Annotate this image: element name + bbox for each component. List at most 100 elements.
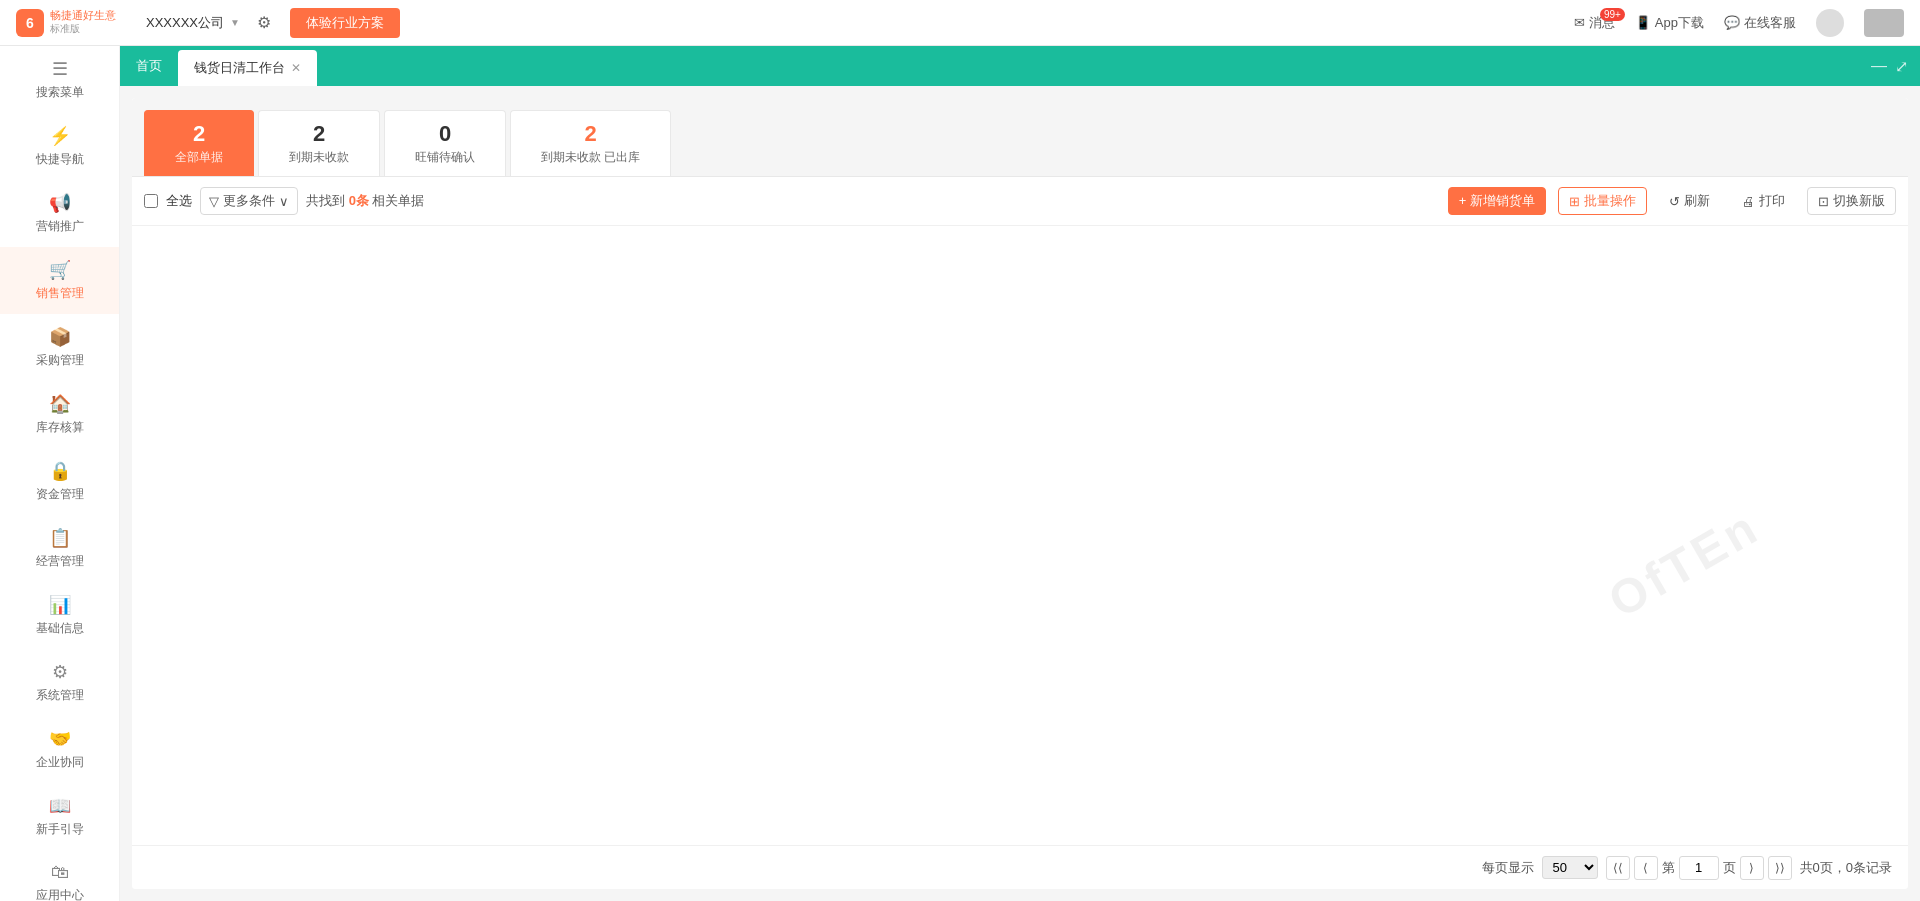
- message-badge: 99+: [1600, 8, 1625, 21]
- summary-tab-count-3: 2: [541, 121, 640, 147]
- sidebar-item-4[interactable]: 📦 采购管理: [0, 314, 119, 381]
- summary-tab-3[interactable]: 2 到期未收款 已出库: [510, 110, 671, 176]
- app-download-label: App下载: [1655, 14, 1704, 32]
- page-first-button[interactable]: ⟨⟨: [1606, 856, 1630, 880]
- main-content: 2 全部单据 2 到期未收款 0 旺铺待确认 2 到期未收款 已出库 全选 ▽ …: [120, 86, 1920, 901]
- page-total: 共0页，0条记录: [1800, 859, 1892, 877]
- app-download-button[interactable]: 📱 App下载: [1635, 14, 1704, 32]
- company-name: XXXXXX公司: [146, 14, 224, 32]
- summary-tab-count-2: 0: [415, 121, 475, 147]
- toolbar-left: 全选 ▽ 更多条件 ∨ 共找到 0条 相关单据: [144, 187, 424, 215]
- per-page-label: 每页显示: [1482, 859, 1534, 877]
- batch-operation-button[interactable]: ⊞ 批量操作: [1558, 187, 1647, 215]
- select-all-label: 全选: [166, 192, 192, 210]
- page-last-button[interactable]: ⟩⟩: [1768, 856, 1792, 880]
- avatar[interactable]: [1816, 9, 1844, 37]
- select-all-checkbox[interactable]: [144, 194, 158, 208]
- summary-tab-1[interactable]: 2 到期未收款: [258, 110, 380, 176]
- logo-area: 6 畅捷通好生意 标准版: [16, 9, 136, 37]
- summary-tab-2[interactable]: 0 旺铺待确认: [384, 110, 506, 176]
- tab-expand-icon[interactable]: ⤢: [1895, 57, 1908, 76]
- company-dropdown-icon: ▼: [230, 17, 240, 28]
- sidebar-item-6[interactable]: 🔒 资金管理: [0, 448, 119, 515]
- sidebar-item-1[interactable]: ⚡ 快捷导航: [0, 113, 119, 180]
- settings-icon[interactable]: ⚙: [250, 9, 278, 37]
- sidebar-label-6: 资金管理: [36, 486, 84, 503]
- sidebar-label-2: 营销推广: [36, 218, 84, 235]
- switch-version-button[interactable]: ⊡ 切换新版: [1807, 187, 1896, 215]
- tab-workbench[interactable]: 钱货日清工作台 ✕: [178, 50, 317, 86]
- batch-icon: ⊞: [1569, 194, 1580, 209]
- page-nav: ⟨⟨ ⟨ 第 页 ⟩ ⟩⟩: [1606, 856, 1792, 880]
- sidebar-item-5[interactable]: 🏠 库存核算: [0, 381, 119, 448]
- sidebar-label-9: 系统管理: [36, 687, 84, 704]
- sidebar-icon-6: 🔒: [49, 460, 71, 482]
- sidebar-item-11[interactable]: 📖 新手引导: [0, 783, 119, 850]
- sidebar-icon-8: 📊: [49, 594, 71, 616]
- sidebar-label-10: 企业协同: [36, 754, 84, 771]
- sidebar-label-12: 应用中心: [36, 887, 84, 901]
- sidebar-icon-0: ☰: [52, 58, 68, 80]
- sidebar-icon-2: 📢: [49, 192, 71, 214]
- toolbar: 全选 ▽ 更多条件 ∨ 共找到 0条 相关单据 + 新增销货: [132, 177, 1908, 226]
- tab-minimize-icon[interactable]: —: [1871, 57, 1887, 75]
- header-right: ✉ 消息 99+ 📱 App下载 💬 在线客服: [1574, 9, 1904, 37]
- sidebar-label-3: 销售管理: [36, 285, 84, 302]
- sidebar-icon-4: 📦: [49, 326, 71, 348]
- sidebar-icon-5: 🏠: [49, 393, 71, 415]
- sidebar-icon-9: ⚙: [52, 661, 68, 683]
- sidebar-label-0: 搜索菜单: [36, 84, 84, 101]
- sidebar-icon-1: ⚡: [49, 125, 71, 147]
- summary-tabs: 2 全部单据 2 到期未收款 0 旺铺待确认 2 到期未收款 已出库: [132, 98, 1908, 177]
- summary-tab-0[interactable]: 2 全部单据: [144, 110, 254, 176]
- add-sale-button[interactable]: + 新增销货单: [1448, 187, 1546, 215]
- found-text: 共找到 0条 相关单据: [306, 192, 424, 210]
- per-page-select[interactable]: 102050100: [1542, 856, 1598, 879]
- pagination: 每页显示 102050100 ⟨⟨ ⟨ 第 页 ⟩ ⟩⟩ 共0页，0条记录: [132, 845, 1908, 889]
- sidebar-icon-10: 🤝: [49, 728, 71, 750]
- trial-button[interactable]: 体验行业方案: [290, 8, 400, 38]
- sidebar-item-2[interactable]: 📢 营销推广: [0, 180, 119, 247]
- sidebar-label-7: 经营管理: [36, 553, 84, 570]
- tab-close-icon[interactable]: ✕: [291, 61, 301, 75]
- sidebar-item-12[interactable]: 🛍 应用中心: [0, 850, 119, 901]
- page-prev-button[interactable]: ⟨: [1634, 856, 1658, 880]
- avatar-extra[interactable]: [1864, 9, 1904, 37]
- logo-subtitle: 标准版: [50, 22, 116, 36]
- sidebar-label-5: 库存核算: [36, 419, 84, 436]
- logo-icon: 6: [16, 9, 44, 37]
- logo-title: 畅捷通好生意: [50, 9, 116, 22]
- summary-tab-count-0: 2: [175, 121, 223, 147]
- sidebar-label-4: 采购管理: [36, 352, 84, 369]
- online-service-label: 在线客服: [1744, 14, 1796, 32]
- sidebar: ☰ 搜索菜单 ⚡ 快捷导航 📢 营销推广 🛒 销售管理 📦 采购管理 🏠 库存核…: [0, 46, 120, 901]
- top-header: 6 畅捷通好生意 标准版 XXXXXX公司 ▼ ⚙ 体验行业方案 ✉ 消息 99…: [0, 0, 1920, 46]
- message-button[interactable]: ✉ 消息 99+: [1574, 14, 1615, 32]
- online-service-button[interactable]: 💬 在线客服: [1724, 14, 1796, 32]
- sidebar-icon-3: 🛒: [49, 259, 71, 281]
- sidebar-item-9[interactable]: ⚙ 系统管理: [0, 649, 119, 716]
- refresh-icon: ↺: [1669, 194, 1680, 209]
- summary-tab-label-0: 全部单据: [175, 149, 223, 166]
- page-input[interactable]: [1679, 856, 1719, 880]
- refresh-button[interactable]: ↺ 刷新: [1659, 188, 1720, 214]
- content-inner: 2 全部单据 2 到期未收款 0 旺铺待确认 2 到期未收款 已出库 全选 ▽ …: [132, 98, 1908, 889]
- sidebar-label-11: 新手引导: [36, 821, 84, 838]
- sidebar-item-0[interactable]: ☰ 搜索菜单: [0, 46, 119, 113]
- page-next-button[interactable]: ⟩: [1740, 856, 1764, 880]
- page-label: 第: [1662, 859, 1675, 877]
- tab-home[interactable]: 首页: [120, 46, 178, 86]
- sidebar-label-1: 快捷导航: [36, 151, 84, 168]
- sidebar-icon-11: 📖: [49, 795, 71, 817]
- sidebar-item-10[interactable]: 🤝 企业协同: [0, 716, 119, 783]
- tab-controls: — ⤢: [1871, 46, 1920, 86]
- sidebar-item-7[interactable]: 📋 经营管理: [0, 515, 119, 582]
- tab-bar: 首页 钱货日清工作台 ✕ — ⤢: [120, 46, 1920, 86]
- sidebar-item-3[interactable]: 🛒 销售管理: [0, 247, 119, 314]
- print-button[interactable]: 🖨 打印: [1732, 188, 1795, 214]
- sidebar-item-8[interactable]: 📊 基础信息: [0, 582, 119, 649]
- filter-dropdown-icon: ∨: [279, 194, 289, 209]
- summary-tab-label-2: 旺铺待确认: [415, 149, 475, 166]
- company-selector[interactable]: XXXXXX公司 ▼: [146, 14, 240, 32]
- filter-button[interactable]: ▽ 更多条件 ∨: [200, 187, 298, 215]
